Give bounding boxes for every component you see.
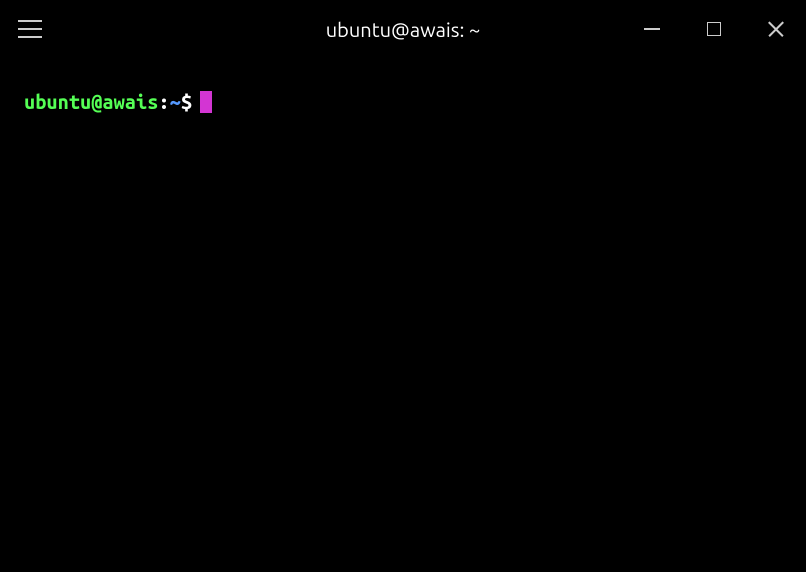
- window-controls: [640, 17, 788, 41]
- maximize-button[interactable]: [702, 17, 726, 41]
- window-titlebar: ubuntu@awais: ~: [0, 0, 806, 58]
- close-button[interactable]: [764, 17, 788, 41]
- prompt-separator: :: [158, 88, 169, 116]
- titlebar-left: [18, 20, 42, 38]
- prompt-line: ubuntu@awais:~$: [24, 88, 782, 116]
- terminal-area[interactable]: ubuntu@awais:~$: [0, 58, 806, 146]
- minimize-button[interactable]: [640, 17, 664, 41]
- prompt-user-host: ubuntu@awais: [24, 88, 158, 116]
- terminal-cursor: [200, 91, 212, 113]
- maximize-icon: [707, 22, 721, 36]
- prompt-path: ~: [170, 88, 181, 116]
- minimize-icon: [644, 28, 660, 30]
- prompt-symbol: $: [181, 88, 192, 116]
- window-title: ubuntu@awais: ~: [326, 18, 480, 41]
- close-icon: [767, 20, 785, 38]
- hamburger-menu-icon[interactable]: [18, 20, 42, 38]
